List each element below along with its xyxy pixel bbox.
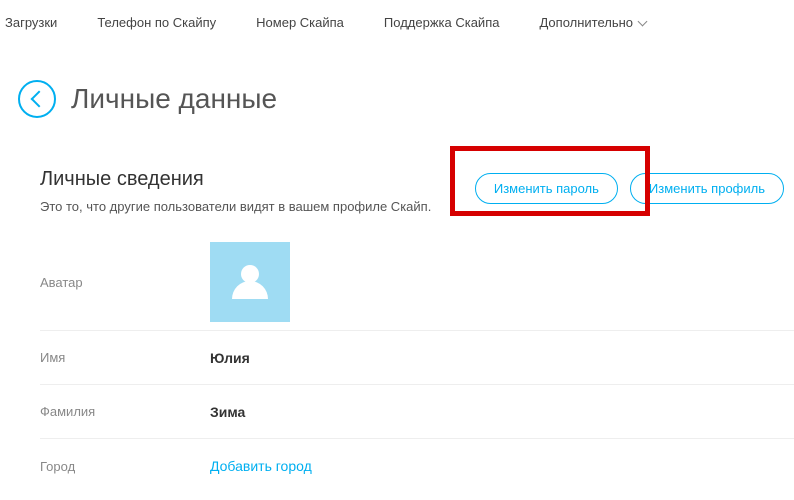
nav-downloads[interactable]: Загрузки (5, 15, 57, 30)
nav-number[interactable]: Номер Скайпа (256, 15, 344, 30)
back-button[interactable] (18, 80, 56, 118)
nav-more[interactable]: Дополнительно (539, 15, 646, 30)
section-head-text: Личные сведения Это то, что другие польз… (40, 168, 431, 234)
personal-info-section: Личные сведения Это то, что другие польз… (0, 138, 794, 493)
nav-phone[interactable]: Телефон по Скайпу (97, 15, 216, 30)
page-header: Личные данные (0, 45, 794, 138)
change-password-button[interactable]: Изменить пароль (475, 173, 618, 204)
avatar-label: Аватар (40, 275, 210, 290)
section-title: Личные сведения (40, 168, 431, 191)
nav-more-label: Дополнительно (539, 15, 633, 30)
avatar[interactable] (210, 242, 290, 322)
name-value: Юлия (210, 350, 250, 366)
surname-label: Фамилия (40, 404, 210, 419)
name-label: Имя (40, 350, 210, 365)
section-desc: Это то, что другие пользователи видят в … (40, 199, 431, 214)
top-nav: Загрузки Телефон по Скайпу Номер Скайпа … (0, 0, 794, 45)
field-city: Город Добавить город (40, 439, 794, 493)
arrow-left-icon (31, 91, 48, 108)
chevron-down-icon (638, 16, 648, 26)
section-head: Личные сведения Это то, что другие польз… (40, 168, 794, 234)
city-label: Город (40, 459, 210, 474)
action-buttons: Изменить пароль Изменить профиль (475, 173, 784, 204)
surname-value: Зима (210, 404, 245, 420)
page-title: Личные данные (71, 83, 277, 115)
nav-support[interactable]: Поддержка Скайпа (384, 15, 500, 30)
change-profile-button[interactable]: Изменить профиль (630, 173, 784, 204)
person-icon (232, 265, 268, 299)
field-surname: Фамилия Зима (40, 385, 794, 439)
field-name: Имя Юлия (40, 331, 794, 385)
field-avatar: Аватар (40, 234, 794, 331)
add-city-link[interactable]: Добавить город (210, 458, 312, 474)
